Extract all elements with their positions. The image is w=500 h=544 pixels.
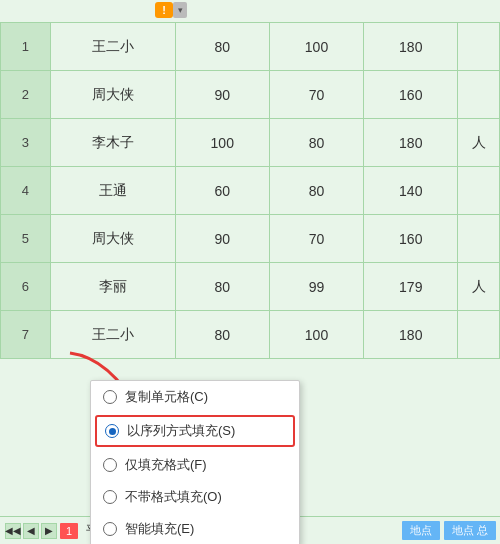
cell-score1[interactable]: 60 — [175, 167, 269, 215]
cell-score2[interactable]: 70 — [269, 71, 363, 119]
table-row: 7 王二小 80 100 180 — [1, 311, 500, 359]
cell-score2[interactable]: 80 — [269, 167, 363, 215]
cell-score1[interactable]: 80 — [175, 263, 269, 311]
cell-total[interactable]: 160 — [364, 215, 458, 263]
cell-name[interactable]: 王通 — [50, 167, 175, 215]
cell-extra — [458, 23, 500, 71]
cell-name[interactable]: 周大侠 — [50, 71, 175, 119]
menu-item-fill-format[interactable]: 仅填充格式(F) — [91, 449, 299, 481]
cell-total[interactable]: 180 — [364, 23, 458, 71]
menu-item-fill-no-format[interactable]: 不带格式填充(O) — [91, 481, 299, 513]
menu-label-fill-format: 仅填充格式(F) — [125, 456, 207, 474]
table-row: 3 李木子 100 80 180 人 — [1, 119, 500, 167]
cell-extra: 人 — [458, 119, 500, 167]
cell-score2[interactable]: 80 — [269, 119, 363, 167]
row-num: 2 — [1, 71, 51, 119]
cell-name[interactable]: 王二小 — [50, 311, 175, 359]
radio-fill-series — [105, 424, 119, 438]
header-row: ! ▾ — [0, 0, 500, 22]
sheet-tab-active[interactable]: 1 — [60, 523, 78, 539]
cell-name[interactable]: 周大侠 — [50, 215, 175, 263]
menu-item-copy[interactable]: 复制单元格(C) — [91, 381, 299, 413]
row-num: 3 — [1, 119, 51, 167]
menu-label-smart-fill: 智能填充(E) — [125, 520, 194, 538]
tab-location-total[interactable]: 地点 总 — [444, 521, 496, 540]
cell-total[interactable]: 160 — [364, 71, 458, 119]
cell-score2[interactable]: 99 — [269, 263, 363, 311]
cell-score1[interactable]: 100 — [175, 119, 269, 167]
spreadsheet: ! ▾ 1 王二小 80 100 180 2 周大侠 90 70 160 — [0, 0, 500, 544]
cell-extra: 人 — [458, 263, 500, 311]
menu-item-fill-series[interactable]: 以序列方式填充(S) — [95, 415, 295, 447]
cell-total[interactable]: 180 — [364, 119, 458, 167]
radio-copy — [103, 390, 117, 404]
row-num: 4 — [1, 167, 51, 215]
table-row: 2 周大侠 90 70 160 — [1, 71, 500, 119]
cell-score2[interactable]: 100 — [269, 23, 363, 71]
row-num: 1 — [1, 23, 51, 71]
cell-score2[interactable]: 70 — [269, 215, 363, 263]
table-row: 5 周大侠 90 70 160 — [1, 215, 500, 263]
table-row: 6 李丽 80 99 179 人 — [1, 263, 500, 311]
tab-location[interactable]: 地点 — [402, 521, 440, 540]
cell-score1[interactable]: 80 — [175, 23, 269, 71]
radio-smart-fill — [103, 522, 117, 536]
row-num: 5 — [1, 215, 51, 263]
cell-extra — [458, 215, 500, 263]
cell-score1[interactable]: 90 — [175, 215, 269, 263]
cell-total[interactable]: 179 — [364, 263, 458, 311]
data-table: 1 王二小 80 100 180 2 周大侠 90 70 160 3 李木子 1… — [0, 22, 500, 359]
cell-score1[interactable]: 80 — [175, 311, 269, 359]
row-num: 7 — [1, 311, 51, 359]
table-row: 4 王通 60 80 140 — [1, 167, 500, 215]
cell-extra — [458, 311, 500, 359]
menu-label-fill-no-format: 不带格式填充(O) — [125, 488, 222, 506]
cell-total[interactable]: 180 — [364, 311, 458, 359]
cell-name[interactable]: 李木子 — [50, 119, 175, 167]
cell-extra — [458, 167, 500, 215]
bottom-right-tabs: 地点 地点 总 — [402, 521, 496, 540]
menu-label-fill-series: 以序列方式填充(S) — [127, 422, 235, 440]
cell-score2[interactable]: 100 — [269, 311, 363, 359]
nav-first[interactable]: ◀◀ — [5, 523, 21, 539]
dropdown-arrow[interactable]: ▾ — [173, 2, 187, 18]
menu-item-smart-fill[interactable]: 智能填充(E) — [91, 513, 299, 544]
radio-fill-format — [103, 458, 117, 472]
cell-name[interactable]: 王二小 — [50, 23, 175, 71]
nav-next[interactable]: ▶ — [41, 523, 57, 539]
warning-badge[interactable]: ! — [155, 2, 173, 18]
table-row: 1 王二小 80 100 180 — [1, 23, 500, 71]
radio-fill-no-format — [103, 490, 117, 504]
nav-prev[interactable]: ◀ — [23, 523, 39, 539]
menu-label-copy: 复制单元格(C) — [125, 388, 208, 406]
cell-name[interactable]: 李丽 — [50, 263, 175, 311]
row-num: 6 — [1, 263, 51, 311]
cell-total[interactable]: 140 — [364, 167, 458, 215]
context-menu: 复制单元格(C) 以序列方式填充(S) 仅填充格式(F) 不带格式填充(O) 智… — [90, 380, 300, 544]
cell-extra — [458, 71, 500, 119]
cell-score1[interactable]: 90 — [175, 71, 269, 119]
